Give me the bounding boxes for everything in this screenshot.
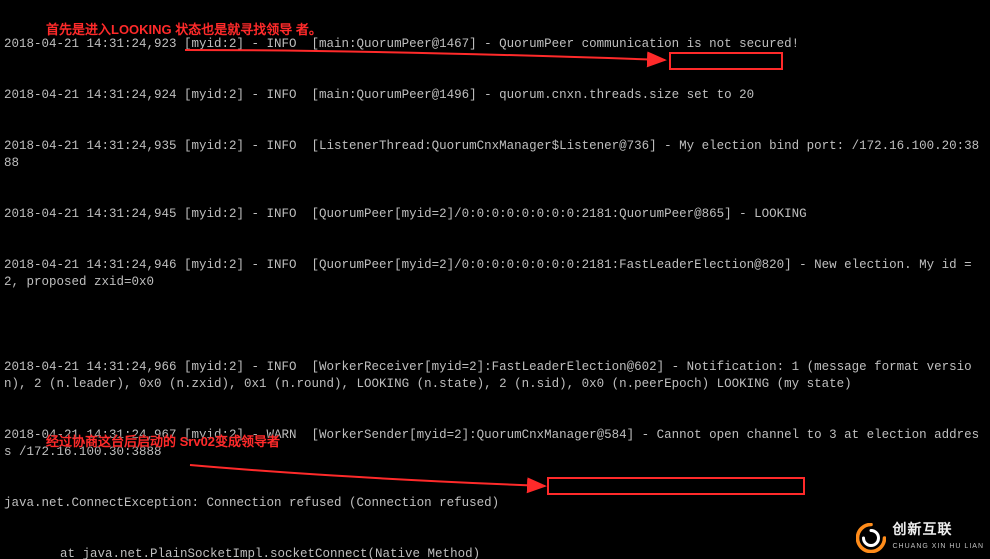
log-line: 2018-04-21 14:31:24,966 [myid:2] - INFO …: [4, 359, 986, 393]
log-line: 2018-04-21 14:31:24,967 [myid:2] - WARN …: [4, 427, 986, 461]
watermark-logo: 创新互联 CHUANG XIN HU LIAN: [856, 521, 984, 555]
log-line: 2018-04-21 14:31:24,945 [myid:2] - INFO …: [4, 206, 986, 223]
log-line: 2018-04-21 14:31:24,923 [myid:2] - INFO …: [4, 36, 986, 53]
log-line: 2018-04-21 14:31:24,935 [myid:2] - INFO …: [4, 138, 986, 172]
terminal-output: 2018-04-21 14:31:24,923 [myid:2] - INFO …: [0, 0, 990, 559]
watermark-title: 创新互联: [892, 521, 952, 537]
watermark-sub: CHUANG XIN HU LIAN: [892, 538, 984, 555]
stack-line: at java.net.PlainSocketImpl.socketConnec…: [4, 546, 986, 559]
log-line: 2018-04-21 14:31:24,946 [myid:2] - INFO …: [4, 257, 986, 291]
log-line: 2018-04-21 14:31:24,924 [myid:2] - INFO …: [4, 87, 986, 104]
logo-icon: [856, 523, 886, 553]
log-line: java.net.ConnectException: Connection re…: [4, 495, 986, 512]
